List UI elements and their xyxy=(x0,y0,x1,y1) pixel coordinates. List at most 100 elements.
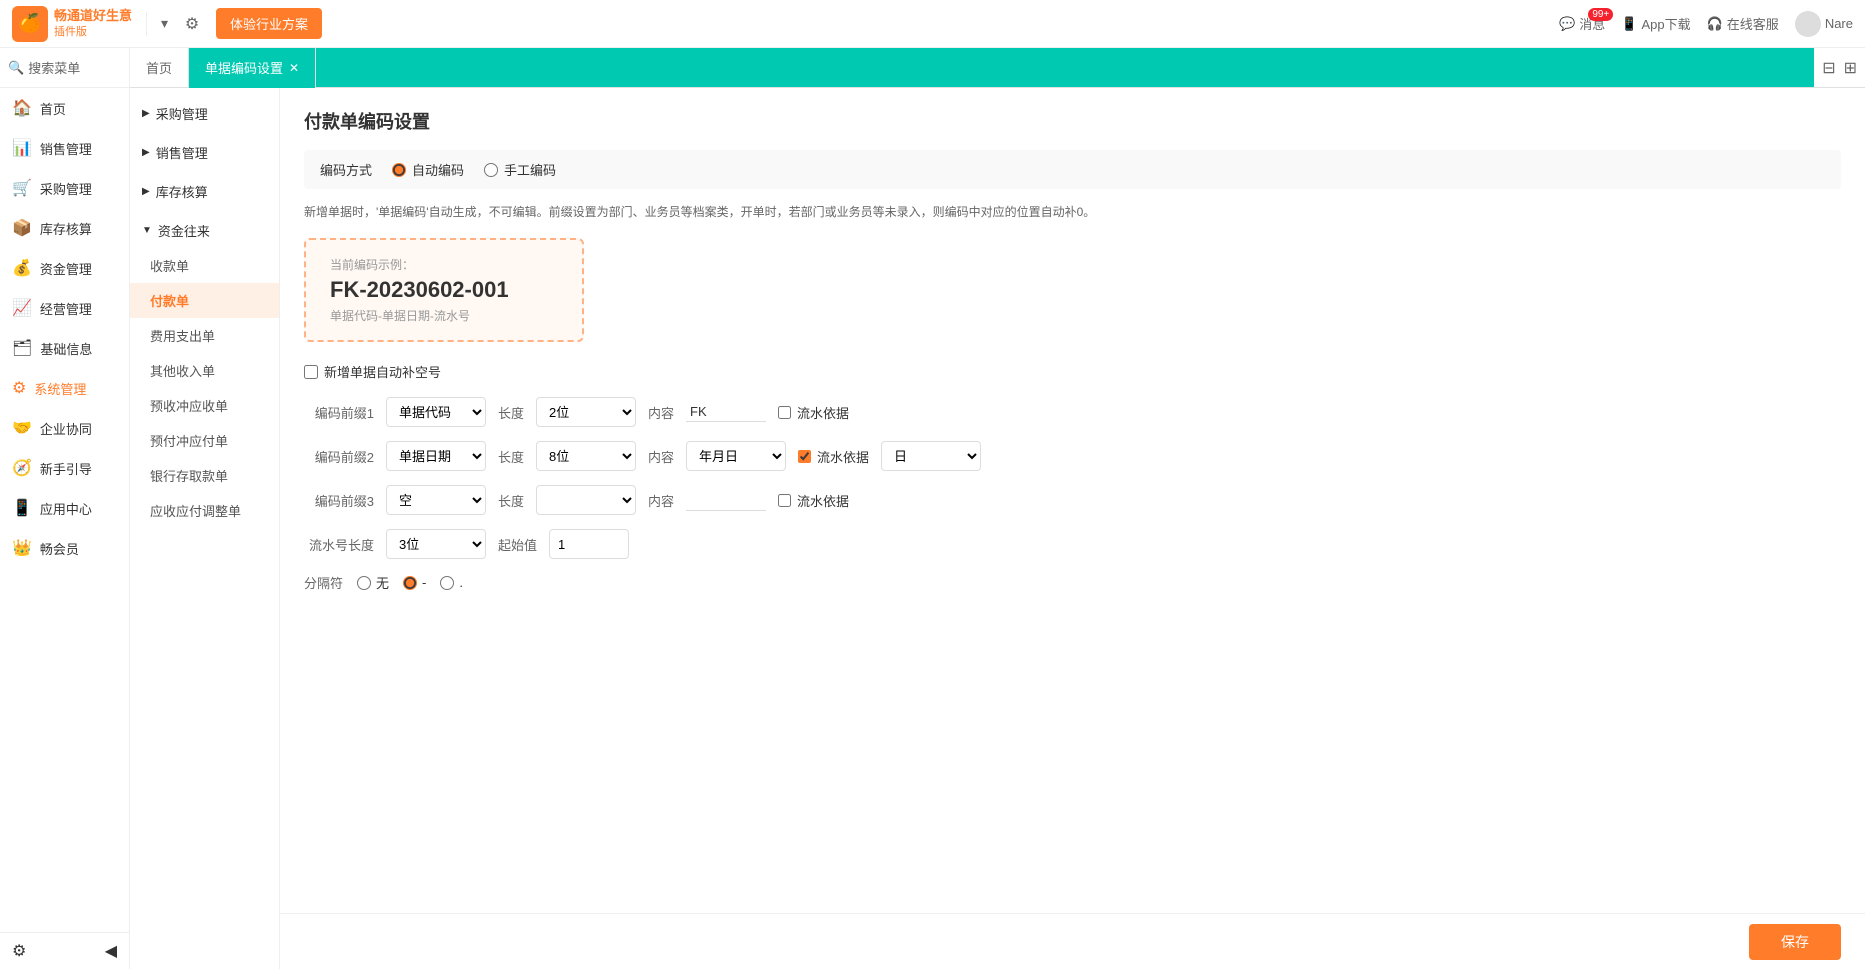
content2-label: 内容 xyxy=(648,447,674,466)
manual-encode-radio[interactable] xyxy=(484,163,498,177)
sidebar: 🔍 搜索菜单 🏠 首页 📊 销售管理 🛒 采购管理 📦 库存核算 💰 资金管理 … xyxy=(0,48,130,969)
sep-dot-option[interactable]: . xyxy=(440,575,463,590)
nav-dropdown-icon[interactable]: ▾ xyxy=(161,15,168,32)
settings-bottom-icon[interactable]: ⚙ xyxy=(12,941,26,961)
content2-select[interactable]: 年月日 年月 年 月日 xyxy=(686,441,786,471)
separator-label: 分隔符 xyxy=(304,573,343,592)
chevron-right-icon3: ▶ xyxy=(142,186,150,197)
sidebar-item-home[interactable]: 🏠 首页 xyxy=(0,88,129,128)
guide-icon: 🧭 xyxy=(12,458,32,478)
sub-menu-header-fund[interactable]: ▼ 资金往来 xyxy=(130,213,279,248)
auto-encode-radio[interactable] xyxy=(392,163,406,177)
encode-mode-row: 编码方式 自动编码 手工编码 xyxy=(304,150,1841,189)
save-button[interactable]: 保存 xyxy=(1749,924,1841,960)
apps-icon: 📱 xyxy=(12,498,32,518)
online-service-button[interactable]: 🎧 在线客服 xyxy=(1707,14,1779,33)
tab-close-icon[interactable]: ✕ xyxy=(289,61,299,75)
sub-menu-item-payment[interactable]: 付款单 xyxy=(130,283,279,318)
sep-dash-symbol: - xyxy=(422,575,426,590)
prefix1-label: 编码前缀1 xyxy=(304,403,374,422)
stream3-checkbox[interactable] xyxy=(778,494,791,507)
sub-menu-header-purchase[interactable]: ▶ 采购管理 xyxy=(130,96,279,131)
sidebar-item-sales[interactable]: 📊 销售管理 xyxy=(0,128,129,168)
online-service-label: 在线客服 xyxy=(1727,14,1779,33)
length3-label: 长度 xyxy=(498,491,524,510)
sidebar-label-enterprise: 企业协同 xyxy=(40,419,92,438)
user-profile[interactable]: Nare xyxy=(1795,11,1853,37)
search-menu[interactable]: 🔍 搜索菜单 xyxy=(0,48,129,88)
prefix2-select[interactable]: 单据日期 年 月 日 空 xyxy=(386,441,486,471)
sidebar-item-guide[interactable]: 🧭 新手引导 xyxy=(0,448,129,488)
chevron-right-icon: ▶ xyxy=(142,108,150,119)
vip-icon: 👑 xyxy=(12,538,32,558)
expand-icon[interactable]: ⊞ xyxy=(1844,58,1857,78)
minimize-icon[interactable]: ⊟ xyxy=(1822,58,1835,78)
sep-dash-option[interactable]: - xyxy=(403,575,426,590)
tab-encoding[interactable]: 单据编码设置 ✕ xyxy=(189,48,316,88)
sidebar-item-purchase[interactable]: 🛒 采购管理 xyxy=(0,168,129,208)
sidebar-label-vip: 畅会员 xyxy=(40,539,79,558)
sidebar-label-inventory: 库存核算 xyxy=(40,219,92,238)
sub-menu-item-adjust[interactable]: 应收应付调整单 xyxy=(130,493,279,528)
sidebar-item-enterprise[interactable]: 🤝 企业协同 xyxy=(0,408,129,448)
sub-menu-header-stock[interactable]: ▶ 库存核算 xyxy=(130,174,279,209)
stream2-checkbox[interactable] xyxy=(798,450,811,463)
prefix1-select[interactable]: 单据代码 部门 业务员 空 xyxy=(386,397,486,427)
prefix3-select[interactable]: 空 单据代码 部门 业务员 xyxy=(386,485,486,515)
sub-menu-item-income[interactable]: 其他收入单 xyxy=(130,353,279,388)
collapse-icon[interactable]: ◀ xyxy=(105,941,117,961)
sidebar-item-vip[interactable]: 👑 畅会员 xyxy=(0,528,129,568)
tab-home[interactable]: 首页 xyxy=(130,48,189,88)
start-value-input[interactable] xyxy=(549,529,629,559)
sidebar-item-system[interactable]: ⚙ 系统管理 xyxy=(0,368,129,408)
sep-none-radio[interactable] xyxy=(357,576,371,590)
auto-fill-label: 新增单据自动补空号 xyxy=(324,362,441,381)
sep-dot-radio[interactable] xyxy=(440,576,454,590)
auto-encode-option[interactable]: 自动编码 xyxy=(392,160,464,179)
sidebar-label-finance: 资金管理 xyxy=(40,259,92,278)
manual-encode-label: 手工编码 xyxy=(504,160,556,179)
settings-button[interactable]: ⚙ xyxy=(178,10,206,38)
message-icon: 💬 xyxy=(1559,16,1575,32)
stream1-checkbox[interactable] xyxy=(778,406,791,419)
app-download-button[interactable]: 📱 App下载 xyxy=(1621,14,1690,33)
sub-menu-group-sales: ▶ 销售管理 xyxy=(130,135,279,170)
stream2-unit-select[interactable]: 日 月 年 xyxy=(881,441,981,471)
stream1-checkbox-label[interactable]: 流水依据 xyxy=(778,403,849,422)
code-preview-sub: 单据代码-单据日期-流水号 xyxy=(330,307,558,324)
start-value-label: 起始值 xyxy=(498,535,537,554)
stream2-checkbox-label[interactable]: 流水依据 xyxy=(798,447,869,466)
sidebar-item-operation[interactable]: 📈 经营管理 xyxy=(0,288,129,328)
sidebar-item-finance[interactable]: 💰 资金管理 xyxy=(0,248,129,288)
prefix3-label: 编码前缀3 xyxy=(304,491,374,510)
topbar-nav[interactable]: ▾ xyxy=(161,15,168,32)
sep-dash-radio[interactable] xyxy=(403,576,417,590)
trial-button[interactable]: 体验行业方案 xyxy=(216,8,322,39)
serial-length-select[interactable]: 3位 4位 5位 6位 xyxy=(386,529,486,559)
logo-title: 畅通道好生意 xyxy=(54,8,132,24)
sub-menu-item-prepay-pay[interactable]: 预付冲应付单 xyxy=(130,423,279,458)
sub-menu-item-receipt[interactable]: 收款单 xyxy=(130,248,279,283)
sidebar-label-basic: 基础信息 xyxy=(40,339,92,358)
length3-select[interactable] xyxy=(536,485,636,515)
sidebar-item-apps[interactable]: 📱 应用中心 xyxy=(0,488,129,528)
sub-menu-item-expense[interactable]: 费用支出单 xyxy=(130,318,279,353)
stream3-checkbox-label[interactable]: 流水依据 xyxy=(778,491,849,510)
chevron-down-icon: ▼ xyxy=(142,225,152,236)
sep-none-option[interactable]: 无 xyxy=(357,573,389,592)
auto-fill-row[interactable]: 新增单据自动补空号 xyxy=(304,362,1841,381)
sub-menu-header-sales[interactable]: ▶ 销售管理 xyxy=(130,135,279,170)
sidebar-bottom: ⚙ ◀ xyxy=(0,932,129,969)
sidebar-item-basic[interactable]: 🗂 基础信息 xyxy=(0,328,129,368)
auto-fill-checkbox[interactable] xyxy=(304,365,318,379)
search-label: 搜索菜单 xyxy=(28,58,80,77)
code-preview-box: 当前编码示例： FK-20230602-001 单据代码-单据日期-流水号 xyxy=(304,238,584,342)
sidebar-label-sales: 销售管理 xyxy=(40,139,92,158)
sub-menu-item-bank[interactable]: 银行存取款单 xyxy=(130,458,279,493)
manual-encode-option[interactable]: 手工编码 xyxy=(484,160,556,179)
sub-menu-item-prepay-recv[interactable]: 预收冲应收单 xyxy=(130,388,279,423)
sidebar-item-inventory[interactable]: 📦 库存核算 xyxy=(0,208,129,248)
length2-select[interactable]: 8位 6位 4位 xyxy=(536,441,636,471)
length1-select[interactable]: 2位 3位 4位 xyxy=(536,397,636,427)
message-button[interactable]: 💬 消息 99+ xyxy=(1559,14,1605,33)
